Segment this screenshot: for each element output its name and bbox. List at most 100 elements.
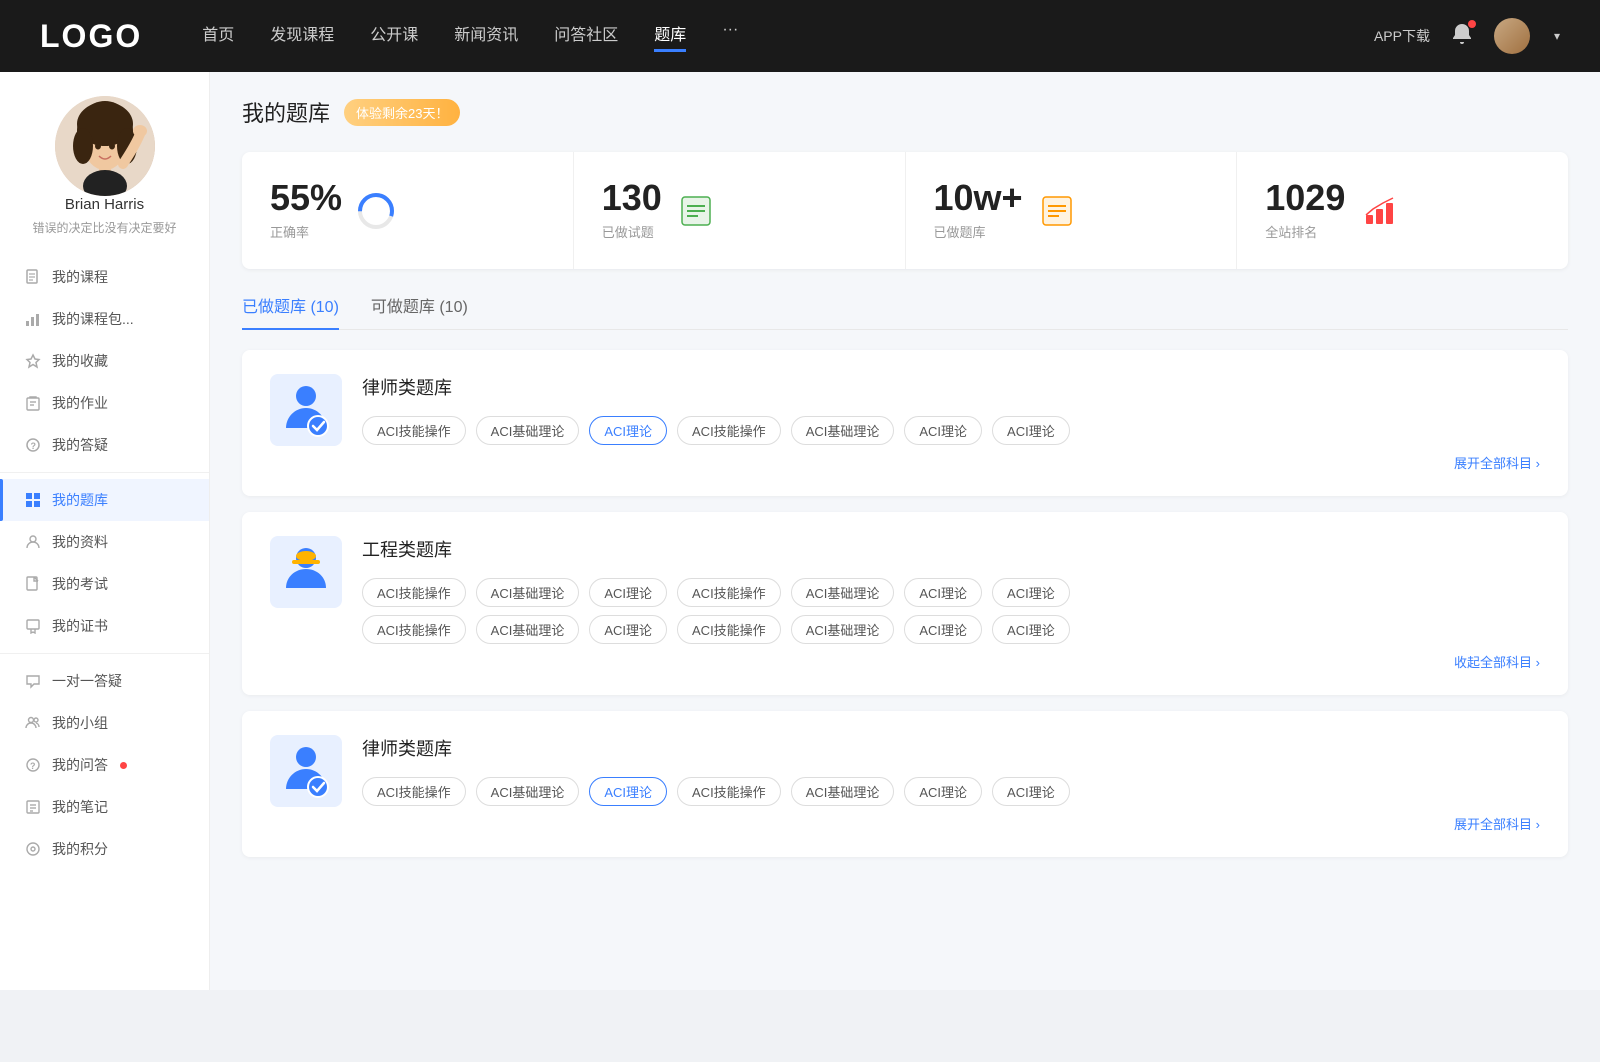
- sidebar-item-oneonone[interactable]: 一对一答疑: [0, 660, 209, 702]
- sidebar-item-points[interactable]: 我的积分: [0, 828, 209, 870]
- tag-3-active[interactable]: ACI理论: [589, 416, 667, 445]
- stat-done-label: 已做试题: [602, 222, 662, 241]
- qbank-tags-lawyer1: ACI技能操作 ACI基础理论 ACI理论 ACI技能操作 ACI基础理论 AC…: [362, 416, 1540, 445]
- tab-available-banks[interactable]: 可做题库 (10): [371, 293, 468, 329]
- qbank-expand-lawyer1[interactable]: 展开全部科目 ›: [362, 453, 1540, 472]
- eng-tag-8[interactable]: ACI技能操作: [362, 615, 466, 644]
- eng-tag-5[interactable]: ACI基础理论: [791, 578, 895, 607]
- l2-tag-1[interactable]: ACI技能操作: [362, 777, 466, 806]
- eng-tag-13[interactable]: ACI理论: [904, 615, 982, 644]
- nav-home[interactable]: 首页: [202, 21, 234, 52]
- eng-tag-14[interactable]: ACI理论: [992, 615, 1070, 644]
- lawyer-icon-2: [280, 743, 332, 799]
- sidebar-label-myanswers: 我的问答: [52, 755, 108, 775]
- sidebar-item-packages[interactable]: 我的课程包...: [0, 298, 209, 340]
- tag-1[interactable]: ACI技能操作: [362, 416, 466, 445]
- bell-button[interactable]: [1450, 22, 1474, 51]
- sidebar-item-notes[interactable]: 我的笔记: [0, 786, 209, 828]
- stat-rank-numbers: 1029 全站排名: [1265, 180, 1345, 241]
- l2-tag-4[interactable]: ACI技能操作: [677, 777, 781, 806]
- l2-tag-7[interactable]: ACI理论: [992, 777, 1070, 806]
- user-name: Brian Harris: [65, 196, 144, 213]
- nav-qa[interactable]: 问答社区: [554, 21, 618, 52]
- layout: Brian Harris 错误的决定比没有决定要好 我的课程 我的课程包... …: [0, 72, 1600, 990]
- eng-tag-12[interactable]: ACI基础理论: [791, 615, 895, 644]
- eng-tag-9[interactable]: ACI基础理论: [476, 615, 580, 644]
- tag-4[interactable]: ACI技能操作: [677, 416, 781, 445]
- chart-bar-icon: [24, 310, 42, 328]
- eng-tag-4[interactable]: ACI技能操作: [677, 578, 781, 607]
- file-icon: [24, 575, 42, 593]
- sidebar-item-qaask[interactable]: ? 我的答疑: [0, 424, 209, 466]
- points-icon: [24, 840, 42, 858]
- stat-done-value: 130: [602, 180, 662, 216]
- eng-tag-11[interactable]: ACI技能操作: [677, 615, 781, 644]
- tag-5[interactable]: ACI基础理论: [791, 416, 895, 445]
- qbank-card-lawyer2: 律师类题库 ACI技能操作 ACI基础理论 ACI理论 ACI技能操作 ACI基…: [242, 711, 1568, 857]
- engineer-icon: [280, 544, 332, 600]
- sidebar-label-exams: 我的考试: [52, 574, 108, 594]
- sidebar-label-homework: 我的作业: [52, 393, 108, 413]
- sidebar-item-courses[interactable]: 我的课程: [0, 256, 209, 298]
- eng-tag-1[interactable]: ACI技能操作: [362, 578, 466, 607]
- tag-6[interactable]: ACI理论: [904, 416, 982, 445]
- sidebar-item-profile[interactable]: 我的资料: [0, 521, 209, 563]
- qbank-header-lawyer1: 律师类题库 ACI技能操作 ACI基础理论 ACI理论 ACI技能操作 ACI基…: [270, 374, 1540, 472]
- sidebar-item-qbank[interactable]: 我的题库: [0, 479, 209, 521]
- qbank-title-lawyer2: 律师类题库: [362, 735, 1540, 761]
- qbank-expand-engineer1[interactable]: 收起全部科目 ›: [362, 652, 1540, 671]
- qbank-icon-engineer1: [270, 536, 342, 608]
- nav-more[interactable]: ···: [722, 21, 738, 52]
- stats-row: 55% 正确率 130 已做试题: [242, 152, 1568, 269]
- stat-done-numbers: 130 已做试题: [602, 180, 662, 241]
- sidebar-item-homework[interactable]: 我的作业: [0, 382, 209, 424]
- stat-accuracy: 55% 正确率: [242, 152, 574, 269]
- qbank-card-engineer1: 工程类题库 ACI技能操作 ACI基础理论 ACI理论 ACI技能操作 ACI基…: [242, 512, 1568, 695]
- qbank-title-lawyer1: 律师类题库: [362, 374, 1540, 400]
- user-avatar: [55, 96, 155, 196]
- nav-qbank[interactable]: 题库: [654, 21, 686, 52]
- divider1: [0, 472, 209, 473]
- qbank-title-engineer1: 工程类题库: [362, 536, 1540, 562]
- qbank-tags-lawyer2: ACI技能操作 ACI基础理论 ACI理论 ACI技能操作 ACI基础理论 AC…: [362, 777, 1540, 806]
- tag-2[interactable]: ACI基础理论: [476, 416, 580, 445]
- sidebar-label-profile: 我的资料: [52, 532, 108, 552]
- page-header: 我的题库 体验剩余23天！: [242, 96, 1568, 128]
- eng-tag-7[interactable]: ACI理论: [992, 578, 1070, 607]
- nav-news[interactable]: 新闻资讯: [454, 21, 518, 52]
- eng-tag-6[interactable]: ACI理论: [904, 578, 982, 607]
- stat-banks-numbers: 10w+ 已做题库: [934, 180, 1023, 241]
- qbank-body-lawyer1: 律师类题库 ACI技能操作 ACI基础理论 ACI理论 ACI技能操作 ACI基…: [362, 374, 1540, 472]
- sidebar-item-certificates[interactable]: 我的证书: [0, 605, 209, 647]
- sidebar-item-myanswers[interactable]: ? 我的问答: [0, 744, 209, 786]
- l2-tag-3-active[interactable]: ACI理论: [589, 777, 667, 806]
- nav-right: APP下载 ▾: [1374, 18, 1560, 54]
- tag-7[interactable]: ACI理论: [992, 416, 1070, 445]
- eng-tag-10[interactable]: ACI理论: [589, 615, 667, 644]
- qbank-expand-lawyer2[interactable]: 展开全部科目 ›: [362, 814, 1540, 833]
- bar-chart-icon: [1359, 191, 1399, 231]
- l2-tag-5[interactable]: ACI基础理论: [791, 777, 895, 806]
- l2-tag-2[interactable]: ACI基础理论: [476, 777, 580, 806]
- nav-discover[interactable]: 发现课程: [270, 21, 334, 52]
- sidebar-item-exams[interactable]: 我的考试: [0, 563, 209, 605]
- qbank-tags-engineer1-row2: ACI技能操作 ACI基础理论 ACI理论 ACI技能操作 ACI基础理论 AC…: [362, 615, 1540, 644]
- sidebar-label-oneonone: 一对一答疑: [52, 671, 122, 691]
- tab-done-banks[interactable]: 已做题库 (10): [242, 293, 339, 329]
- qbank-body-lawyer2: 律师类题库 ACI技能操作 ACI基础理论 ACI理论 ACI技能操作 ACI基…: [362, 735, 1540, 833]
- avatar[interactable]: [1494, 18, 1530, 54]
- stat-done: 130 已做试题: [574, 152, 906, 269]
- nav-opencourse[interactable]: 公开课: [370, 21, 418, 52]
- eng-tag-2[interactable]: ACI基础理论: [476, 578, 580, 607]
- chevron-down-icon[interactable]: ▾: [1554, 29, 1560, 43]
- svg-text:?: ?: [30, 761, 36, 771]
- eng-tag-3[interactable]: ACI理论: [589, 578, 667, 607]
- l2-tag-6[interactable]: ACI理论: [904, 777, 982, 806]
- stat-rank-label: 全站排名: [1265, 222, 1345, 241]
- sidebar-label-notes: 我的笔记: [52, 797, 108, 817]
- app-download[interactable]: APP下载: [1374, 26, 1430, 46]
- sidebar-item-group[interactable]: 我的小组: [0, 702, 209, 744]
- trial-badge: 体验剩余23天！: [344, 99, 460, 126]
- sidebar-item-favorites[interactable]: 我的收藏: [0, 340, 209, 382]
- qbank-icon-lawyer1: [270, 374, 342, 446]
